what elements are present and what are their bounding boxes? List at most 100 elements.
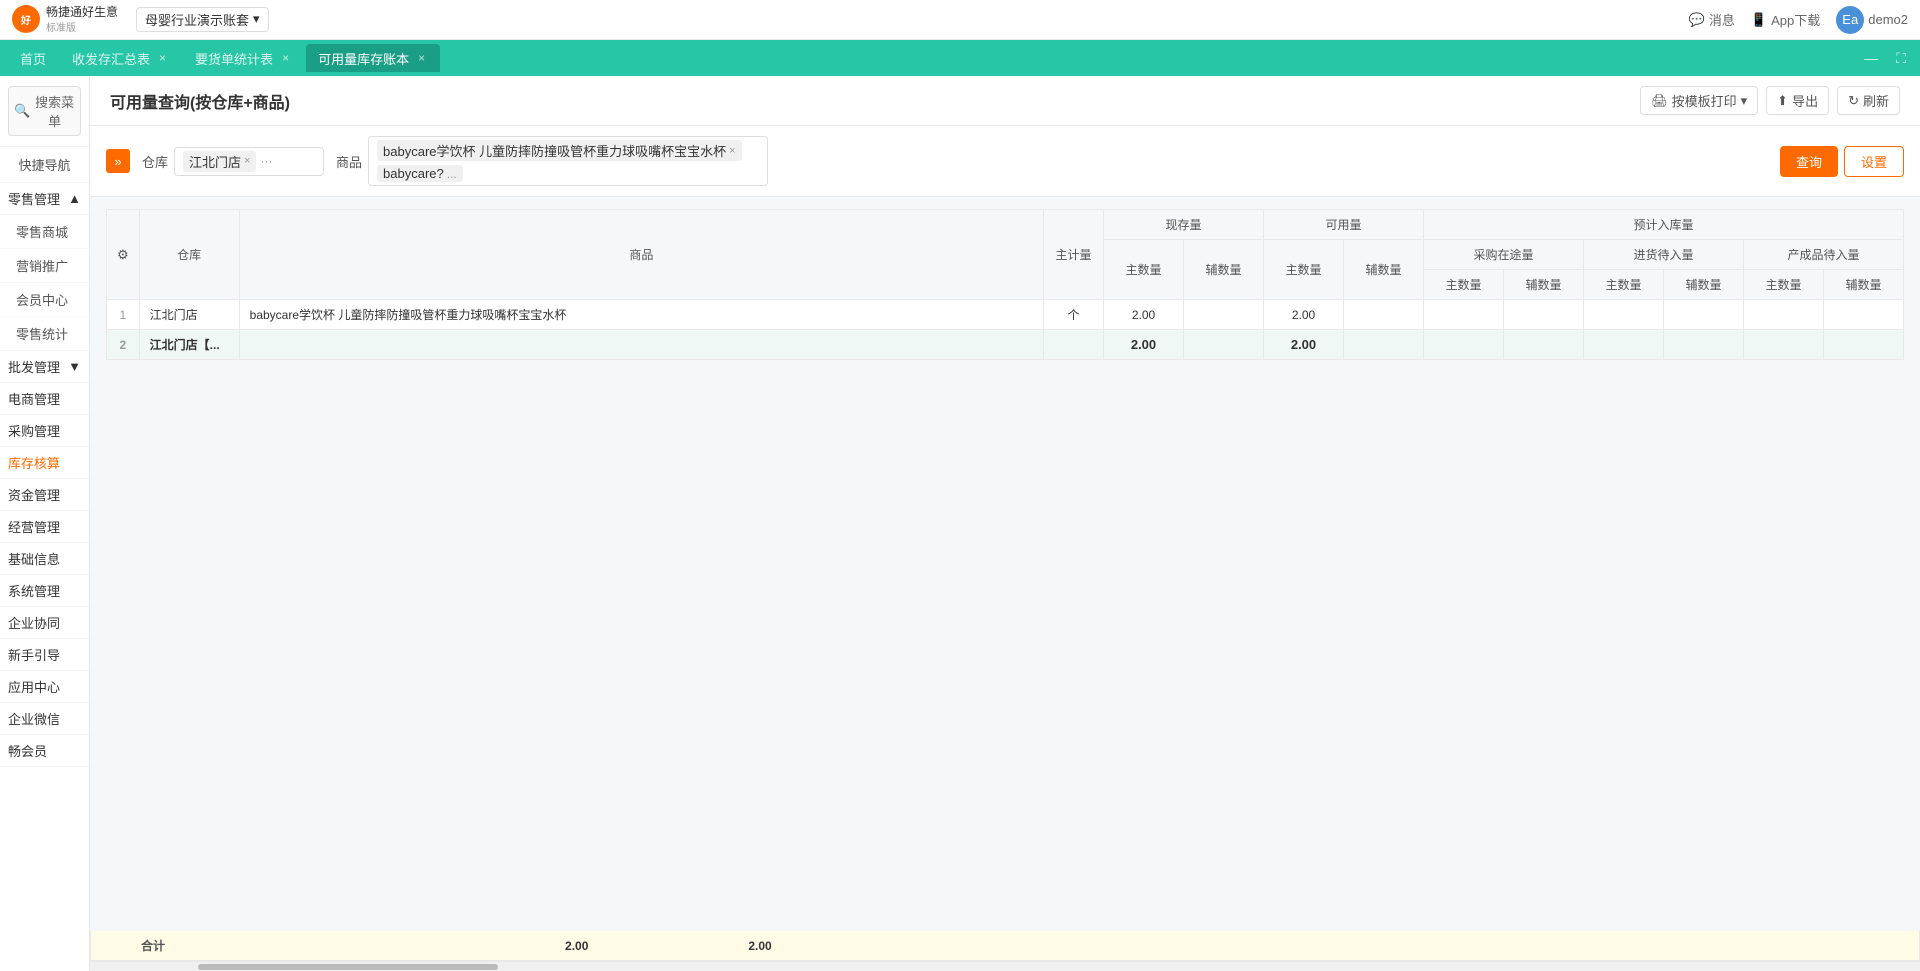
search-menu-label: 搜索菜单 xyxy=(34,92,75,130)
marketing-label: 营销推广 xyxy=(16,259,68,274)
search-menu-button[interactable]: 🔍 搜索菜单 xyxy=(8,86,81,136)
refresh-label: 刷新 xyxy=(1863,91,1889,110)
app-download-button[interactable]: 📱 App下载 xyxy=(1751,10,1820,29)
tab-home-label: 首页 xyxy=(20,49,46,68)
basic-label: 基础信息 xyxy=(8,549,60,568)
tab-available-stock[interactable]: 可用量库存账本 × xyxy=(306,44,440,72)
content-area: 可用量查询(按仓库+商品) 🖨 按模板打印 ▾ ⬆ 导出 ↻ 刷新 xyxy=(90,76,1920,971)
th-avail-main: 主数量 xyxy=(1264,240,1344,300)
row-2-gi-main xyxy=(1584,330,1664,360)
app-download-label: App下载 xyxy=(1771,10,1820,29)
row-1-gi-aux xyxy=(1664,300,1744,330)
sidebar-item-vip[interactable]: 畅会员 xyxy=(0,735,89,767)
refresh-button[interactable]: ↻ 刷新 xyxy=(1837,86,1900,115)
row-1-num: 1 xyxy=(107,300,140,330)
table-area: ⚙ 仓库 商品 主计量 现存量 可用量 预计入库量 主数量 辅数量 主数量 辅数… xyxy=(90,197,1920,931)
chat-button[interactable]: 💬 消息 xyxy=(1689,10,1735,29)
warehouse-filter-group: 仓库 江北门店 × ··· xyxy=(142,147,324,176)
product-tag-2: babycare? ... xyxy=(377,165,463,182)
sidebar-item-retail-stats[interactable]: 零售统计 xyxy=(0,317,89,351)
tab-order-stats[interactable]: 要货单统计表 × xyxy=(183,44,304,72)
tab-receive-pay[interactable]: 收发存汇总表 × xyxy=(60,44,181,72)
product-tag-area[interactable]: babycare学饮杯 儿童防摔防撞吸管杯重力球吸嘴杯宝宝水杯 × babyca… xyxy=(368,136,768,186)
filter-expand-button[interactable]: » xyxy=(106,149,130,173)
sidebar-item-retail[interactable]: 零售管理 ▲ xyxy=(0,183,89,215)
sidebar-item-ecommerce[interactable]: 电商管理 xyxy=(0,383,89,415)
avatar-text: Ea xyxy=(1842,12,1858,27)
expand-icon: » xyxy=(114,154,121,169)
row-1-avail-main: 2.00 xyxy=(1264,300,1344,330)
table-scrollbar[interactable] xyxy=(90,961,1920,971)
filter-bar: » 仓库 江北门店 × ··· 商品 babycare学饮杯 儿童防摔防撞吸管杯… xyxy=(90,126,1920,197)
export-label: 导出 xyxy=(1792,91,1818,110)
print-chevron-icon: ▾ xyxy=(1741,93,1748,109)
system-label: 系统管理 xyxy=(8,581,60,600)
tab-minimize-button[interactable]: — xyxy=(1858,48,1884,68)
product-tag-1-close[interactable]: × xyxy=(729,145,735,157)
row-2-pt-main xyxy=(1424,330,1504,360)
inventory-label: 库存核算 xyxy=(8,453,60,472)
user-name: demo2 xyxy=(1868,12,1908,27)
sidebar-item-wechat[interactable]: 企业微信 xyxy=(0,703,89,735)
tab-receive-pay-label: 收发存汇总表 xyxy=(72,49,150,68)
row-1-unit: 个 xyxy=(1044,300,1104,330)
print-template-button[interactable]: 🖨 按模板打印 ▾ xyxy=(1640,86,1758,115)
sidebar-item-enterprise[interactable]: 企业协同 xyxy=(0,607,89,639)
sidebar-item-newbie[interactable]: 新手引导 xyxy=(0,639,89,671)
retail-stats-label: 零售统计 xyxy=(16,327,68,342)
tab-order-stats-label: 要货单统计表 xyxy=(195,49,273,68)
sidebar-item-quick-nav[interactable]: 快捷导航 xyxy=(0,147,89,183)
top-bar-right: 💬 消息 📱 App下载 Ea demo2 xyxy=(1689,6,1908,34)
settings-button[interactable]: 设置 xyxy=(1844,146,1904,177)
tab-receive-pay-close[interactable]: × xyxy=(156,50,169,66)
row-1-pi-main xyxy=(1744,300,1824,330)
printer-icon: 🖨 xyxy=(1651,93,1668,109)
chat-icon: 💬 xyxy=(1689,12,1705,28)
warehouse-tag-close[interactable]: × xyxy=(244,155,250,167)
row-2-pi-aux xyxy=(1824,330,1904,360)
th-stock-main: 主数量 xyxy=(1104,240,1184,300)
operation-label: 经营管理 xyxy=(8,517,60,536)
product-label: 商品 xyxy=(336,152,362,171)
row-2-gi-aux xyxy=(1664,330,1744,360)
industry-selector[interactable]: 母婴行业演示账套 ▾ xyxy=(136,7,269,32)
sidebar-item-member[interactable]: 会员中心 xyxy=(0,283,89,317)
sidebar-item-appcenter[interactable]: 应用中心 xyxy=(0,671,89,703)
row-1-stock-aux xyxy=(1184,300,1264,330)
sidebar-item-operation[interactable]: 经营管理 xyxy=(0,511,89,543)
tab-home[interactable]: 首页 xyxy=(8,44,58,72)
scroll-thumb[interactable] xyxy=(198,964,498,970)
warehouse-more-dots[interactable]: ··· xyxy=(260,154,272,168)
tab-order-stats-close[interactable]: × xyxy=(279,50,292,66)
th-product: 商品 xyxy=(239,210,1043,300)
query-button[interactable]: 查询 xyxy=(1780,146,1838,177)
sidebar-item-inventory[interactable]: 库存核算 xyxy=(0,447,89,479)
sidebar-item-marketing[interactable]: 营销推广 xyxy=(0,249,89,283)
th-goods-incoming: 进货待入量 xyxy=(1584,240,1744,270)
sidebar-item-wholesale[interactable]: 批发管理 ▼ xyxy=(0,351,89,383)
tab-maximize-button[interactable]: ⛶ xyxy=(1890,48,1912,69)
wholesale-label: 批发管理 xyxy=(8,357,60,376)
th-settings: ⚙ xyxy=(107,210,140,300)
row-1-gi-main xyxy=(1584,300,1664,330)
row-1-product: babycare学饮杯 儿童防摔防撞吸管杯重力球吸嘴杯宝宝水杯 xyxy=(239,300,1043,330)
top-bar: 好 畅捷通好生意 标准版 母婴行业演示账套 ▾ 💬 消息 📱 App下载 Ea … xyxy=(0,0,1920,40)
sidebar-item-system[interactable]: 系统管理 xyxy=(0,575,89,607)
sidebar-item-basic[interactable]: 基础信息 xyxy=(0,543,89,575)
row-2-avail-aux xyxy=(1344,330,1424,360)
th-warehouse: 仓库 xyxy=(139,210,239,300)
sidebar-item-retail-mall[interactable]: 零售商城 xyxy=(0,215,89,249)
footer-label: 合计 xyxy=(101,937,165,954)
th-pi-main: 主数量 xyxy=(1744,270,1824,300)
footer-avail-main: 2.00 xyxy=(748,939,771,953)
row-1-avail-aux xyxy=(1344,300,1424,330)
sidebar-item-finance[interactable]: 资金管理 xyxy=(0,479,89,511)
settings-icon[interactable]: ⚙ xyxy=(117,247,129,262)
export-button[interactable]: ⬆ 导出 xyxy=(1766,86,1829,115)
user-area[interactable]: Ea demo2 xyxy=(1836,6,1908,34)
warehouse-tag-jibei: 江北门店 × xyxy=(183,151,256,172)
sidebar: 🔍 搜索菜单 快捷导航 零售管理 ▲ 零售商城 营销推广 会员中心 零售统计 批… xyxy=(0,76,90,971)
tab-available-stock-close[interactable]: × xyxy=(415,50,428,66)
sidebar-item-purchase[interactable]: 采购管理 xyxy=(0,415,89,447)
warehouse-tag-area[interactable]: 江北门店 × ··· xyxy=(174,147,324,176)
